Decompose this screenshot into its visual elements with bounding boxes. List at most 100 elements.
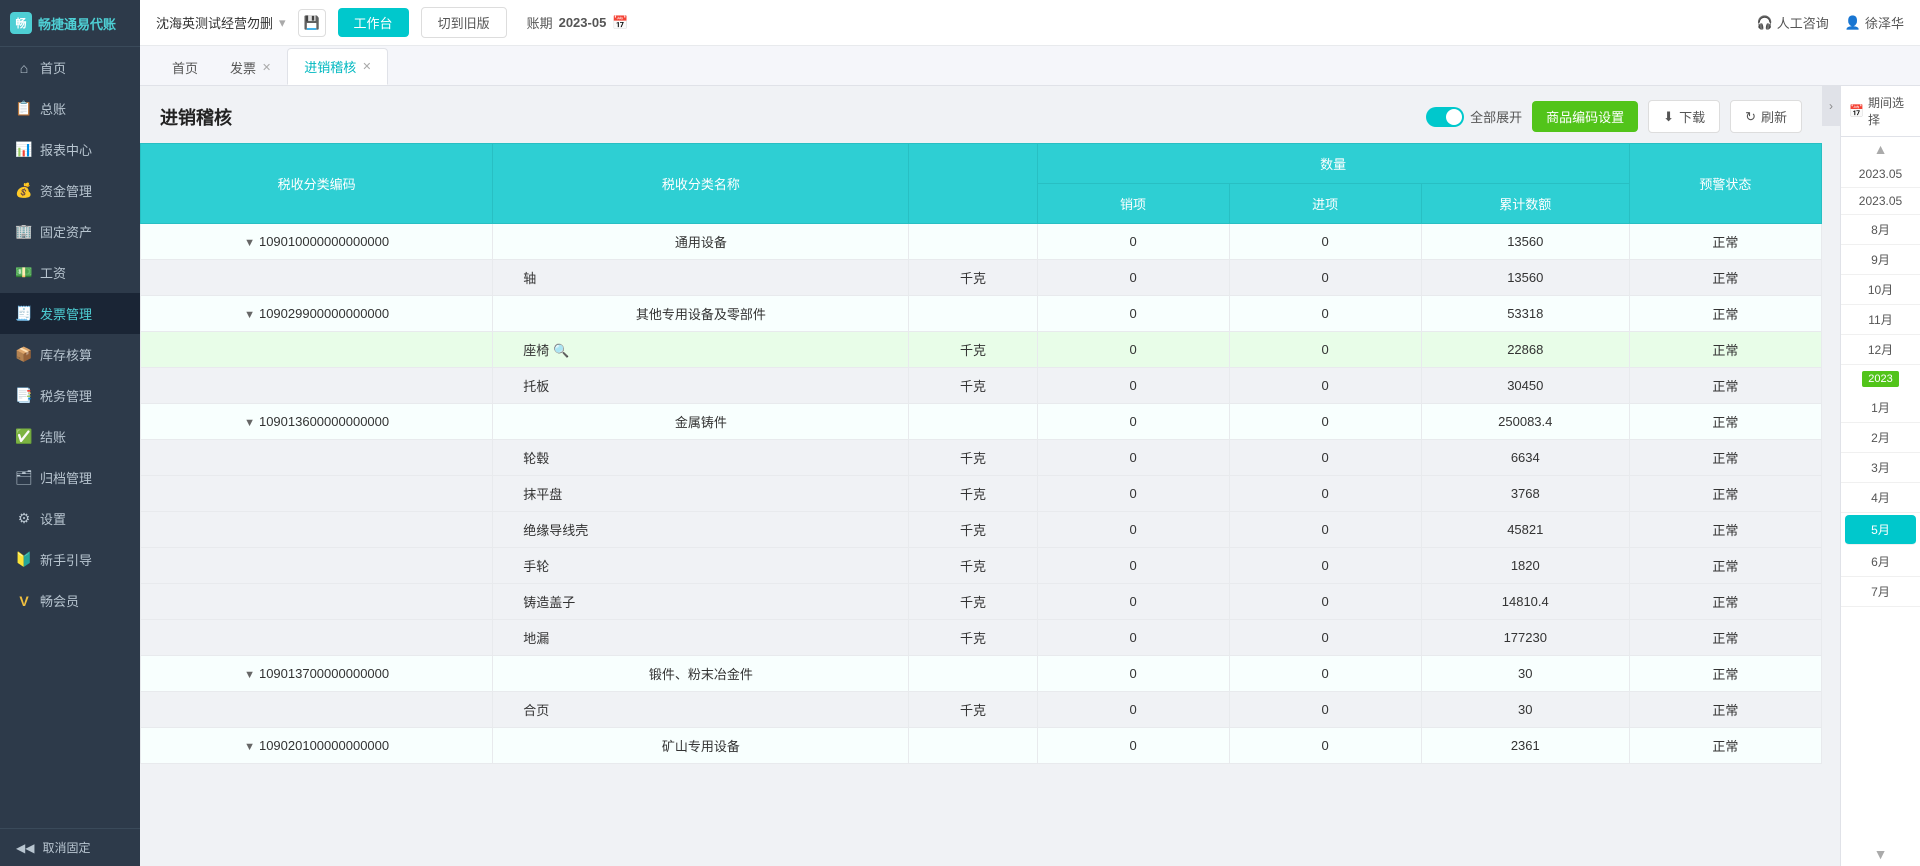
cell-status: 正常: [1629, 620, 1821, 656]
period-item-7[interactable]: 7月: [1841, 577, 1920, 607]
right-panel: 📅 期间选择 ▲ 2023.05 2023.05 8月 9月 10月 11月 1…: [1840, 86, 1920, 866]
switch-version-button[interactable]: 切到旧版: [421, 7, 507, 38]
cell-purchase: 0: [1229, 548, 1421, 584]
cell-sales: 0: [1037, 260, 1229, 296]
cell-unit: [909, 404, 1037, 440]
topbar: 沈海英测试经营勿删 ▾ 💾 工作台 切到旧版 账期 2023-05 📅 🎧 人工…: [140, 0, 1920, 46]
cell-purchase: 0: [1229, 224, 1421, 260]
sidebar-item-label: 报表中心: [40, 140, 92, 159]
unpin-label: 取消固定: [42, 839, 90, 856]
sidebar-item-reports[interactable]: 📊 报表中心: [0, 129, 140, 170]
sidebar-item-close[interactable]: ✅ 结账: [0, 416, 140, 457]
sidebar-item-funds[interactable]: 💰 资金管理: [0, 170, 140, 211]
cell-sales: 0: [1037, 692, 1229, 728]
period-item-6[interactable]: 6月: [1841, 547, 1920, 577]
table-row: 手轮 千克 0 0 1820 正常: [141, 548, 1822, 584]
download-button[interactable]: ⬇ 下载: [1648, 100, 1720, 133]
period-item-5-active[interactable]: 5月: [1845, 515, 1916, 545]
cell-name: 锻件、粉末冶金件: [493, 656, 909, 692]
cell-unit: 千克: [909, 476, 1037, 512]
collapse-icon[interactable]: ▼: [244, 237, 255, 249]
period-item-11[interactable]: 11月: [1841, 305, 1920, 335]
logo-icon: 畅: [10, 12, 32, 34]
sidebar-bottom: ◀◀ 取消固定: [0, 828, 140, 866]
sidebar-item-salary[interactable]: 💵 工资: [0, 252, 140, 293]
cell-total: 30: [1421, 656, 1629, 692]
tab-home[interactable]: 首页: [156, 50, 214, 85]
toggle-switch[interactable]: [1426, 107, 1464, 127]
tab-invoice[interactable]: 发票 ✕: [214, 50, 287, 85]
scroll-up-button[interactable]: ▲: [1841, 137, 1920, 161]
table-container[interactable]: 税收分类编码 税收分类名称 数量 预警状态 销项 进项 累计数额: [140, 143, 1822, 866]
cell-purchase: 0: [1229, 296, 1421, 332]
cell-total: 250083.4: [1421, 404, 1629, 440]
sidebar-item-assets[interactable]: 🏢 固定资产: [0, 211, 140, 252]
period-item-2[interactable]: 2月: [1841, 423, 1920, 453]
save-button[interactable]: 💾: [298, 9, 326, 37]
calendar-icon[interactable]: 📅: [612, 15, 628, 31]
tab-reconciliation-close[interactable]: ✕: [362, 60, 371, 73]
period-item-2023-05-2[interactable]: 2023.05: [1841, 188, 1920, 215]
user-icon: 👤: [1845, 15, 1861, 31]
period-select-header: 📅 期间选择: [1841, 86, 1920, 137]
table-row: ▼109020100000000000 矿山专用设备 0 0 2361 正常: [141, 728, 1822, 764]
cell-code: [141, 332, 493, 368]
cell-unit: 千克: [909, 440, 1037, 476]
scroll-down-button[interactable]: ▼: [1841, 842, 1920, 866]
sidebar-item-guide[interactable]: 🔰 新手引导: [0, 539, 140, 580]
save-icon: 💾: [303, 15, 319, 31]
period-item-4[interactable]: 4月: [1841, 483, 1920, 513]
cell-status: 正常: [1629, 440, 1821, 476]
right-panel-collapse[interactable]: ›: [1822, 86, 1840, 126]
search-icon[interactable]: 🔍: [553, 343, 569, 358]
home-icon: ⌂: [16, 60, 32, 76]
support-label[interactable]: 🎧 人工咨询: [1757, 13, 1829, 32]
headset-icon: 🎧: [1757, 15, 1773, 31]
cell-unit: [909, 224, 1037, 260]
cell-purchase: 0: [1229, 404, 1421, 440]
company-selector[interactable]: 沈海英测试经营勿删 ▾: [156, 13, 286, 32]
unpin-button[interactable]: ◀◀ 取消固定: [0, 829, 140, 866]
period-item-2023-05-1[interactable]: 2023.05: [1841, 161, 1920, 188]
cell-total: 14810.4: [1421, 584, 1629, 620]
period-item-3[interactable]: 3月: [1841, 453, 1920, 483]
period-item-1[interactable]: 1月: [1841, 393, 1920, 423]
sidebar-item-archive[interactable]: 🗂 归档管理: [0, 457, 140, 498]
cell-status: 正常: [1629, 224, 1821, 260]
period-item-12[interactable]: 12月: [1841, 335, 1920, 365]
cell-total: 45821: [1421, 512, 1629, 548]
sidebar-item-settings[interactable]: ⚙ 设置: [0, 498, 140, 539]
sidebar-item-vip[interactable]: V 畅会员: [0, 580, 140, 621]
tab-invoice-close[interactable]: ✕: [262, 61, 271, 74]
tab-reconciliation[interactable]: 进销稽核 ✕: [287, 48, 388, 85]
period-item-8[interactable]: 8月: [1841, 215, 1920, 245]
cell-purchase: 0: [1229, 332, 1421, 368]
period-item-10[interactable]: 10月: [1841, 275, 1920, 305]
sidebar-item-ledger[interactable]: 📋 总账: [0, 88, 140, 129]
expand-all-toggle[interactable]: 全部展开: [1426, 107, 1522, 127]
collapse-icon[interactable]: ▼: [244, 417, 255, 429]
sidebar-item-tax[interactable]: 📑 税务管理: [0, 375, 140, 416]
product-code-button[interactable]: 商品编码设置: [1532, 101, 1638, 132]
period-item-9[interactable]: 9月: [1841, 245, 1920, 275]
cell-status: 正常: [1629, 692, 1821, 728]
content-area: 进销稽核 全部展开 商品编码设置 ⬇ 下载 ↻ 刷: [140, 86, 1822, 866]
cell-unit: [909, 728, 1037, 764]
main-body: 进销稽核 全部展开 商品编码设置 ⬇ 下载 ↻ 刷: [140, 86, 1920, 866]
sidebar-item-inventory[interactable]: 📦 库存核算: [0, 334, 140, 375]
collapse-icon[interactable]: ▼: [244, 741, 255, 753]
period-value: 2023-05: [559, 15, 607, 30]
unpin-icon: ◀◀: [16, 841, 34, 855]
refresh-button[interactable]: ↻ 刷新: [1730, 100, 1802, 133]
sidebar-item-invoice[interactable]: 🧾 发票管理: [0, 293, 140, 334]
user-info[interactable]: 👤 徐泽华: [1845, 13, 1904, 32]
cell-sales: 0: [1037, 224, 1229, 260]
cell-purchase: 0: [1229, 260, 1421, 296]
collapse-icon[interactable]: ▼: [244, 669, 255, 681]
cell-name: 绝缘导线壳: [493, 512, 909, 548]
workbench-button[interactable]: 工作台: [338, 8, 409, 37]
table-row: ▼109010000000000000 通用设备 0 0 13560 正常: [141, 224, 1822, 260]
collapse-icon[interactable]: ▼: [244, 309, 255, 321]
sidebar-item-home[interactable]: ⌂ 首页: [0, 47, 140, 88]
assets-icon: 🏢: [16, 224, 32, 240]
